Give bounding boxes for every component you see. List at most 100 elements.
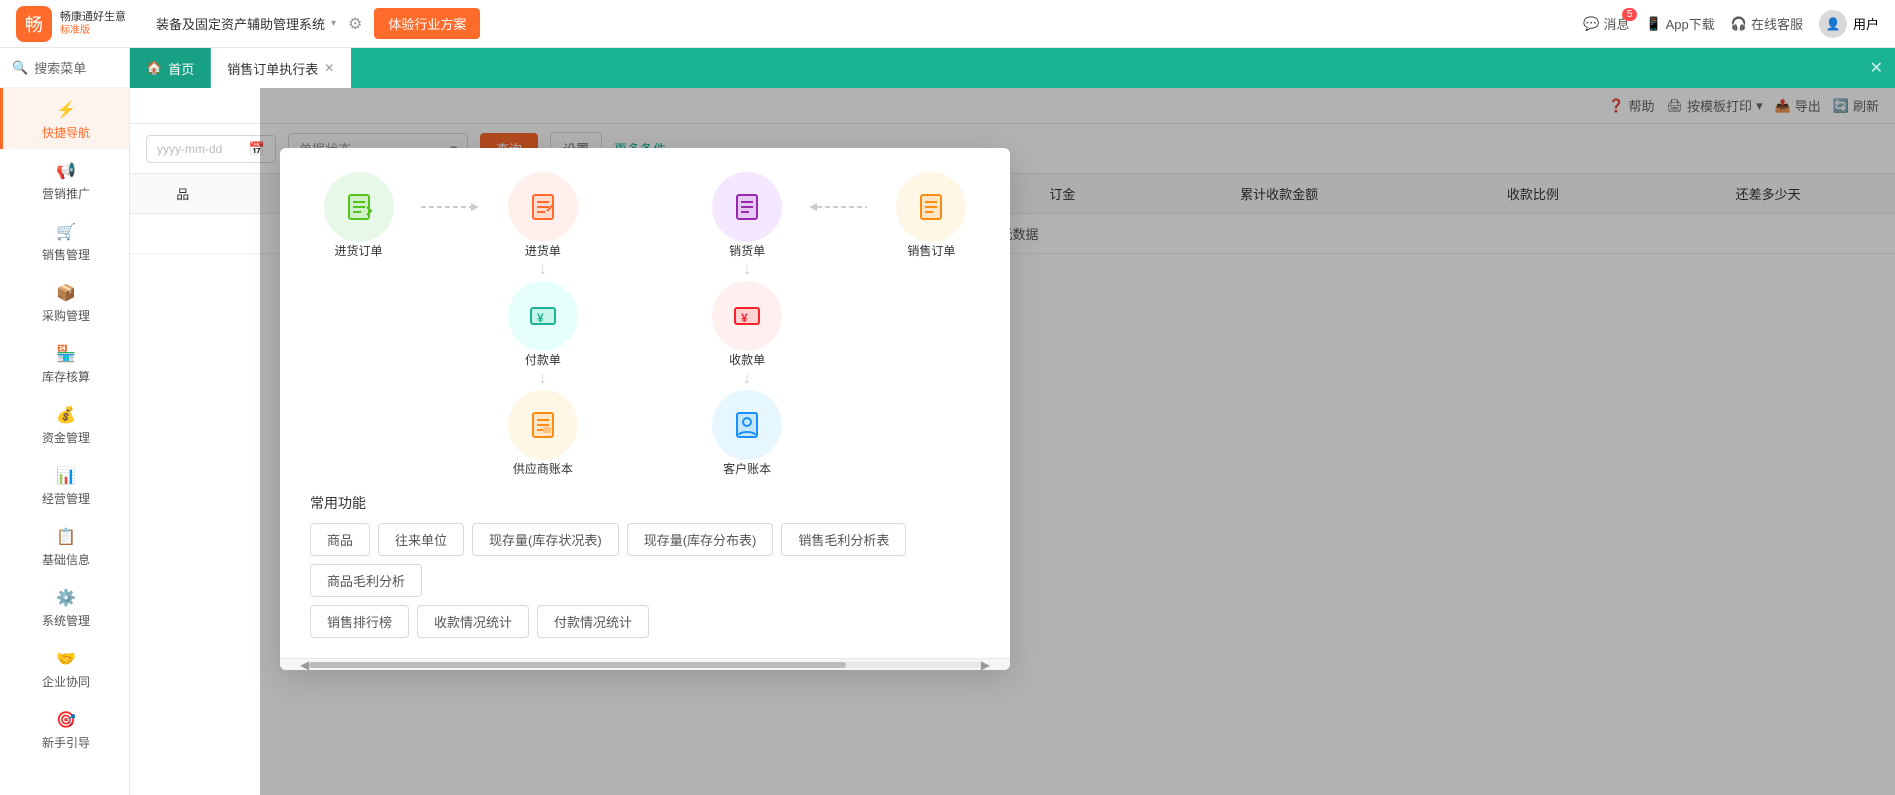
scrollbar-track[interactable] xyxy=(309,662,981,668)
common-functions-section: 常用功能 商品往来单位现存量(库存状况表)现存量(库存分布表)销售毛利分析表商品… xyxy=(310,493,980,638)
flow-supplier-ledger: 供应商账本 xyxy=(508,390,578,477)
sidebar-label-enterprise: 企业协同 xyxy=(42,673,90,690)
modal-scrollbar: ◀ ▶ xyxy=(280,658,1010,670)
flow-sales-order: 销售订单 xyxy=(896,172,966,259)
sales-slip-icon xyxy=(712,172,782,242)
sidebar-label-system: 系统管理 xyxy=(42,612,90,629)
tab-home[interactable]: 🏠 首页 xyxy=(130,48,211,88)
sidebar-item-newbie[interactable]: 🎯 新手引导 xyxy=(0,698,129,759)
sidebar-icon-newbie: 🎯 xyxy=(56,710,76,730)
sidebar-item-inventory[interactable]: 🏪 库存核算 xyxy=(0,332,129,393)
sidebar-label-marketing: 营销推广 xyxy=(42,185,90,202)
common-function-button[interactable]: 销售毛利分析表 xyxy=(781,523,906,556)
logo-text: 畅康通好生意 标准版 xyxy=(60,10,126,37)
purchase-slip-icon xyxy=(508,172,578,242)
message-badge: 5 xyxy=(1622,8,1638,21)
sidebar-item-finance[interactable]: 💰 资金管理 xyxy=(0,393,129,454)
flow-sales-slip: 销货单 xyxy=(712,172,782,259)
content-area: 🏠 首页 销售订单执行表 ✕ ✕ ❓ 帮助 xyxy=(130,48,1895,795)
sidebar-icon-basic: 📋 xyxy=(56,527,76,547)
common-function-button[interactable]: 销售排行榜 xyxy=(310,605,409,638)
tab-close-icon[interactable]: ✕ xyxy=(324,61,334,75)
main-area: 🔍 搜索菜单 ⚡ 快捷导航 📢 营销推广 🛒 销售管理 📦 采购管理 🏪 库存核… xyxy=(0,48,1895,795)
sidebar-item-marketing[interactable]: 📢 营销推广 xyxy=(0,149,129,210)
flow-customer-ledger: 客户账本 xyxy=(712,390,782,477)
customer-ledger-icon xyxy=(712,390,782,460)
sidebar-label-finance: 资金管理 xyxy=(42,429,90,446)
message-icon: 💬 xyxy=(1583,16,1599,32)
phone-icon: 📱 xyxy=(1645,16,1661,32)
date-input[interactable]: yyyy-mm-dd 📅 xyxy=(146,135,276,163)
flow-payment-slip: ¥ 付款单 xyxy=(508,281,578,368)
sales-order-icon xyxy=(896,172,966,242)
sidebar-label-newbie: 新手引导 xyxy=(42,734,90,751)
search-icon: 🔍 xyxy=(12,60,28,76)
sidebar-icon-quick-nav: ⚡ xyxy=(56,100,76,120)
sidebar-icon-sales: 🛒 xyxy=(56,222,76,242)
top-bar: 畅 畅康通好生意 标准版 装备及固定资产辅助管理系统 ▾ ⚙ 体验行业方案 💬 … xyxy=(0,0,1895,48)
close-all-icon[interactable]: ✕ xyxy=(1870,60,1883,77)
sidebar-label-operation: 经营管理 xyxy=(42,490,90,507)
sidebar-item-basic[interactable]: 📋 基础信息 xyxy=(0,515,129,576)
modal-overlay: 进货订单 xyxy=(260,88,1895,795)
sidebar-icon-finance: 💰 xyxy=(56,405,76,425)
sidebar-item-sales[interactable]: 🛒 销售管理 xyxy=(0,210,129,271)
common-function-button[interactable]: 付款情况统计 xyxy=(537,605,649,638)
logo-area: 畅 畅康通好生意 标准版 xyxy=(16,6,136,42)
sidebar-item-purchase[interactable]: 📦 采购管理 xyxy=(0,271,129,332)
sidebar-icon-marketing: 📢 xyxy=(56,161,76,181)
system-title[interactable]: 装备及固定资产辅助管理系统 ▾ xyxy=(156,14,336,33)
message-button[interactable]: 💬 消息 5 xyxy=(1583,14,1629,33)
common-function-button[interactable]: 现存量(库存分布表) xyxy=(627,523,774,556)
search-menu-button[interactable]: 🔍 搜索菜单 xyxy=(0,48,129,88)
sidebar-icon-purchase: 📦 xyxy=(56,283,76,303)
common-function-button[interactable]: 商品 xyxy=(310,523,370,556)
common-buttons-row2: 销售排行榜收款情况统计付款情况统计 xyxy=(310,605,980,638)
sidebar-icon-system: ⚙️ xyxy=(56,588,76,608)
flow-purchase-slip: 进货单 xyxy=(508,172,578,259)
sidebar-icon-inventory: 🏪 xyxy=(56,344,76,364)
common-function-button[interactable]: 商品毛利分析 xyxy=(310,564,422,597)
online-service-button[interactable]: 🎧 在线客服 xyxy=(1731,14,1803,33)
modal-content: 进货订单 xyxy=(280,148,1010,658)
flow-receipt-slip: ¥ 收款单 xyxy=(712,281,782,368)
common-functions-title: 常用功能 xyxy=(310,493,980,513)
purchase-order-icon xyxy=(324,172,394,242)
sidebar-item-system[interactable]: ⚙️ 系统管理 xyxy=(0,576,129,637)
common-buttons-row1: 商品往来单位现存量(库存状况表)现存量(库存分布表)销售毛利分析表商品毛利分析 xyxy=(310,523,980,597)
settings-icon[interactable]: ⚙ xyxy=(348,14,362,34)
tab-bar-right: ✕ xyxy=(1870,58,1895,78)
modal-dialog: 进货订单 xyxy=(280,148,1010,670)
payment-slip-icon: ¥ xyxy=(508,281,578,351)
headset-icon: 🎧 xyxy=(1731,16,1747,32)
top-right-area: 💬 消息 5 📱 App下载 🎧 在线客服 👤 用户 xyxy=(1583,10,1879,38)
receipt-slip-icon: ¥ xyxy=(712,281,782,351)
user-info[interactable]: 👤 用户 xyxy=(1819,10,1879,38)
svg-text:¥: ¥ xyxy=(741,311,748,325)
sidebar-label-basic: 基础信息 xyxy=(42,551,90,568)
app-download-button[interactable]: 📱 App下载 xyxy=(1645,14,1714,33)
sidebar-label-quick-nav: 快捷导航 xyxy=(42,124,90,141)
avatar: 👤 xyxy=(1819,10,1847,38)
common-function-button[interactable]: 往来单位 xyxy=(378,523,464,556)
content-below-tabs: ❓ 帮助 🖨 按模板打印 ▾ 📤 导出 🔄 刷新 xyxy=(130,88,1895,795)
flow-purchase-order: 进货订单 xyxy=(324,172,394,259)
sidebar-item-operation[interactable]: 📊 经营管理 xyxy=(0,454,129,515)
sidebar-item-enterprise[interactable]: 🤝 企业协同 xyxy=(0,637,129,698)
common-function-button[interactable]: 现存量(库存状况表) xyxy=(472,523,619,556)
trial-button[interactable]: 体验行业方案 xyxy=(374,8,480,39)
sidebar-label-sales: 销售管理 xyxy=(42,246,90,263)
scrollbar-thumb xyxy=(309,662,846,668)
sidebar-icon-operation: 📊 xyxy=(56,466,76,486)
tab-bar: 🏠 首页 销售订单执行表 ✕ ✕ xyxy=(130,48,1895,88)
common-function-button[interactable]: 收款情况统计 xyxy=(417,605,529,638)
sidebar-item-quick-nav[interactable]: ⚡ 快捷导航 xyxy=(0,88,129,149)
table-header: 品 xyxy=(130,174,236,214)
dropdown-icon: ▾ xyxy=(331,18,336,29)
scroll-left-icon[interactable]: ◀ xyxy=(300,658,309,671)
scroll-right-icon[interactable]: ▶ xyxy=(981,658,990,671)
sidebar-label-purchase: 采购管理 xyxy=(42,307,90,324)
svg-text:¥: ¥ xyxy=(537,311,544,325)
logo-icon: 畅 xyxy=(16,6,52,42)
tab-sales-order[interactable]: 销售订单执行表 ✕ xyxy=(211,48,351,88)
